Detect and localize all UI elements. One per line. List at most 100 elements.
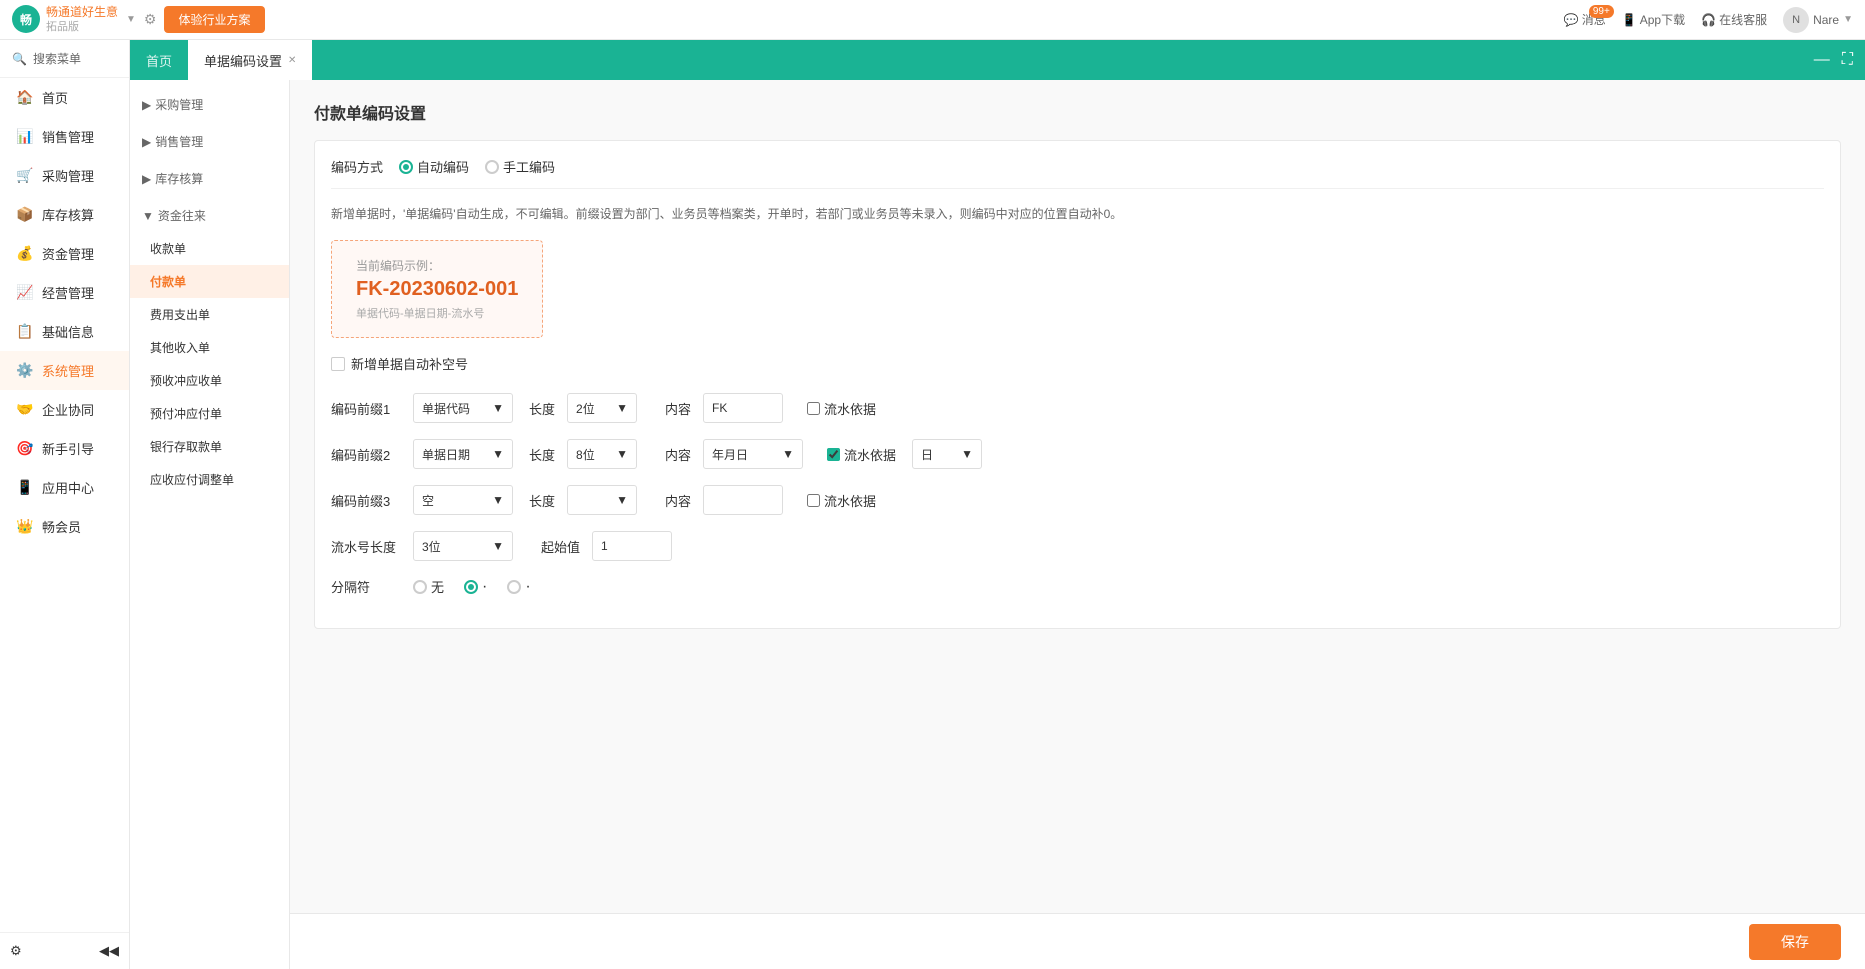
prefix-3-length-label: 长度 — [529, 491, 555, 510]
prefix-3-flow-checkbox[interactable] — [807, 494, 820, 507]
tab-maximize-icon[interactable]: ⛶ — [1838, 47, 1857, 73]
sidebar-item-apps[interactable]: 📱 应用中心 — [0, 468, 129, 507]
tab-close-icon[interactable]: ✕ — [288, 55, 296, 66]
prefix-1-length-select[interactable]: 2位 ▼ — [567, 393, 637, 423]
search-menu-button[interactable]: 🔍 搜索菜单 — [0, 40, 129, 78]
sub-group-sales: ▶ 销售管理 — [130, 125, 289, 158]
prefix-2-flow-select[interactable]: 日 ▼ — [912, 439, 982, 469]
sub-item-other-income[interactable]: 其他收入单 — [130, 331, 289, 364]
tab-minimize-icon[interactable]: — — [1810, 47, 1834, 73]
prefix-3-select[interactable]: 空 ▼ — [413, 485, 513, 515]
gear-icon[interactable]: ⚙ — [144, 11, 157, 28]
sub-group-capital: ▼ 资金往来 收款单 付款单 费用支出单 其他收入单 预收冲应收单 预付冲应付单… — [130, 199, 289, 496]
start-value-input[interactable]: 1 — [592, 531, 672, 561]
system-icon: ⚙️ — [16, 362, 34, 380]
logo-text: 畅通道好生意 拓品版 — [46, 5, 118, 35]
tab-encoding-settings[interactable]: 单据编码设置 ✕ — [188, 40, 312, 80]
sub-item-adjustment[interactable]: 应收应付调整单 — [130, 463, 289, 496]
app-download-button[interactable]: 📱 App下载 — [1622, 11, 1685, 28]
serial-length-select[interactable]: 3位 ▼ — [413, 531, 513, 561]
prefix-row-2: 编码前缀2 单据日期 ▼ 长度 8位 ▼ 内容 — [331, 439, 1824, 469]
sidebar: 🔍 搜索菜单 🏠 首页 📊 销售管理 🛒 采购管理 📦 库存 — [0, 40, 130, 969]
sidebar-item-sales[interactable]: 📊 销售管理 — [0, 117, 129, 156]
chevron-right-icon-inventory: ▶ — [142, 172, 151, 186]
sep-dot1-dot — [464, 580, 478, 594]
chevron-down-icon-capital: ▼ — [142, 209, 154, 223]
encoding-radio-group: 自动编码 手工编码 — [399, 157, 555, 176]
collapse-icon[interactable]: ◀◀ — [99, 943, 119, 959]
sub-item-prepay-offset[interactable]: 预收冲应收单 — [130, 364, 289, 397]
settings-icon[interactable]: ⚙ — [10, 943, 22, 959]
sidebar-item-member[interactable]: 👑 畅会员 — [0, 507, 129, 546]
online-service-button[interactable]: 🎧 在线客服 — [1701, 11, 1767, 28]
separator-dot1-radio[interactable]: · — [464, 578, 487, 596]
newbie-icon: 🎯 — [16, 440, 34, 458]
experience-button[interactable]: 体验行业方案 — [164, 6, 264, 33]
prefix-1-flow-checkbox[interactable] — [807, 402, 820, 415]
sub-group-inventory-title[interactable]: ▶ 库存核算 — [130, 162, 289, 195]
manual-encode-radio[interactable]: 手工编码 — [485, 157, 555, 176]
prefix-2-label: 编码前缀2 — [331, 445, 401, 464]
sidebar-item-finance[interactable]: 💰 资金管理 — [0, 234, 129, 273]
chevron-down-icon: ▼ — [616, 447, 628, 461]
sep-none-dot — [413, 580, 427, 594]
sub-item-prepay-offset2[interactable]: 预付冲应付单 — [130, 397, 289, 430]
sub-item-receipt[interactable]: 收款单 — [130, 232, 289, 265]
sub-group-purchase-title[interactable]: ▶ 采购管理 — [130, 88, 289, 121]
sub-group-sales-title[interactable]: ▶ 销售管理 — [130, 125, 289, 158]
prefix-3-length-select[interactable]: ▼ — [567, 485, 637, 515]
prefix-2-select[interactable]: 单据日期 ▼ — [413, 439, 513, 469]
sub-sidebar: ▶ 采购管理 ▶ 销售管理 ▶ 库存核算 — [130, 80, 290, 969]
tab-home[interactable]: 首页 — [130, 40, 188, 80]
home-icon: 🏠 — [16, 89, 34, 107]
info-text: 新增单据时，'单据编码'自动生成，不可编辑。前缀设置为部门、业务员等档案类，开单… — [331, 205, 1824, 224]
finance-icon: 💰 — [16, 245, 34, 263]
sub-item-payment[interactable]: 付款单 — [130, 265, 289, 298]
sidebar-item-home[interactable]: 🏠 首页 — [0, 78, 129, 117]
manual-encode-dot — [485, 160, 499, 174]
prefix-1-content-input: FK — [703, 393, 783, 423]
sidebar-item-purchase[interactable]: 🛒 采购管理 — [0, 156, 129, 195]
chevron-down-icon: ▼ — [492, 447, 504, 461]
auto-fill-row: 新增单据自动补空号 — [331, 354, 1824, 373]
bottom-bar: 保存 — [290, 913, 1865, 969]
prefix-2-flow-checkbox[interactable] — [827, 448, 840, 461]
sidebar-item-inventory[interactable]: 📦 库存核算 — [0, 195, 129, 234]
message-button[interactable]: 💬 消息 99+ — [1564, 11, 1606, 28]
prefix-3-label: 编码前缀3 — [331, 491, 401, 510]
auto-fill-checkbox[interactable] — [331, 357, 345, 371]
basic-info-icon: 📋 — [16, 323, 34, 341]
sidebar-item-basic-info[interactable]: 📋 基础信息 — [0, 312, 129, 351]
sidebar-bottom: ⚙ ◀◀ — [0, 932, 129, 969]
sidebar-item-newbie[interactable]: 🎯 新手引导 — [0, 429, 129, 468]
chevron-down-icon: ▼ — [961, 447, 973, 461]
sub-item-expense[interactable]: 费用支出单 — [130, 298, 289, 331]
save-button[interactable]: 保存 — [1749, 924, 1841, 960]
sub-group-capital-title[interactable]: ▼ 资金往来 — [130, 199, 289, 232]
prefix-1-select[interactable]: 单据代码 ▼ — [413, 393, 513, 423]
prefix-1-flow-group: 流水依据 — [807, 399, 876, 418]
prefix-3-content-input — [703, 485, 783, 515]
auto-encode-radio[interactable]: 自动编码 — [399, 157, 469, 176]
prefix-2-content-select[interactable]: 年月日 ▼ — [703, 439, 803, 469]
chevron-down-icon[interactable]: ▼ — [126, 14, 136, 25]
main-content: 付款单编码设置 编码方式 自动编码 — [290, 80, 1865, 913]
tab-bar-actions: — ⛶ — [1810, 47, 1865, 73]
serial-length-label: 流水号长度 — [331, 537, 401, 556]
separator-dot2-radio[interactable]: · — [507, 578, 530, 596]
prefix-2-length-label: 长度 — [529, 445, 555, 464]
sidebar-item-system[interactable]: ⚙️ 系统管理 — [0, 351, 129, 390]
sep-dot2-dot — [507, 580, 521, 594]
prefix-2-length-select[interactable]: 8位 ▼ — [567, 439, 637, 469]
apps-icon: 📱 — [16, 479, 34, 497]
sub-item-bank[interactable]: 银行存取款单 — [130, 430, 289, 463]
sidebar-item-operations[interactable]: 📈 经营管理 — [0, 273, 129, 312]
prefix-1-length-label: 长度 — [529, 399, 555, 418]
search-icon: 🔍 — [12, 52, 27, 66]
separator-none-radio[interactable]: 无 — [413, 577, 444, 596]
chevron-down-icon: ▼ — [782, 447, 794, 461]
auto-encode-dot — [399, 160, 413, 174]
user-avatar[interactable]: N Nare ▼ — [1783, 7, 1853, 33]
code-preview-sub: 单据代码-单据日期-流水号 — [356, 305, 518, 321]
sidebar-item-enterprise[interactable]: 🤝 企业协同 — [0, 390, 129, 429]
